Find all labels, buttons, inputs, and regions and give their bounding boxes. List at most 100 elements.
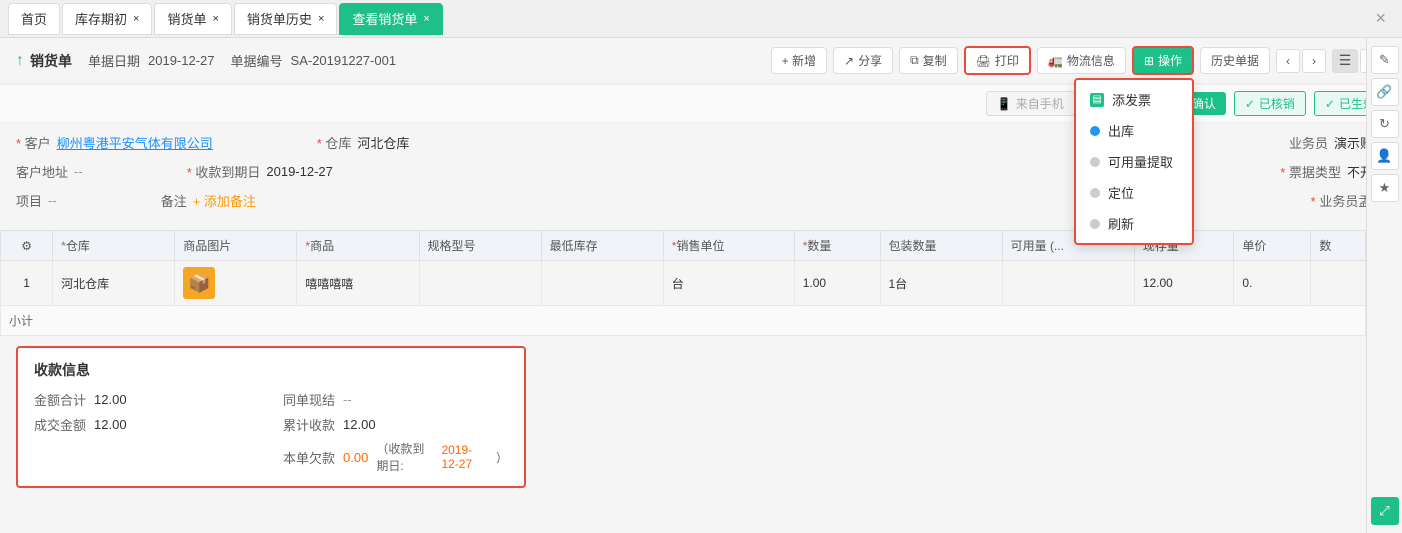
row-warehouse: 河北仓库 [53, 261, 175, 306]
tab-view-sales-order[interactable]: 查看销货单 × [339, 3, 442, 35]
refresh-panel-button[interactable]: ↻ [1371, 110, 1399, 138]
tab-sales-order[interactable]: 销货单 × [154, 3, 231, 35]
current-owed-note: （收款到期日: [376, 440, 433, 474]
row-pkg-qty: 1台 [880, 261, 1002, 306]
next-record-button[interactable]: › [1302, 49, 1326, 73]
document-title: ↑ 销货单 [16, 51, 72, 71]
edit-panel-button[interactable]: ✎ [1371, 46, 1399, 74]
close-window-button[interactable]: × [1367, 8, 1394, 29]
warehouse-label: 仓库 [317, 133, 352, 152]
refresh-menu-item[interactable]: 刷新 [1076, 208, 1192, 239]
refresh-icon [1090, 219, 1100, 229]
copy-button[interactable]: ⧉ 复制 [899, 47, 958, 74]
refresh-circle-icon: ↻ [1379, 116, 1390, 132]
tab-inventory-init[interactable]: 库存期初 × [62, 3, 152, 35]
add-remark-button[interactable]: + 添加备注 [193, 191, 256, 210]
col-unit-price: 单价 [1234, 231, 1311, 261]
customer-value[interactable]: 柳州粤港平安气体有限公司 [57, 133, 213, 152]
total-amount-value: 12.00 [94, 392, 127, 407]
total-amount-row: 金额合计 12.00 [34, 390, 259, 409]
row-amount [1311, 261, 1366, 306]
add-invoice-menu-item[interactable]: ▤ 添发票 [1076, 84, 1192, 115]
edit-icon: ✎ [1379, 52, 1390, 68]
payment-section: 收款信息 金额合计 12.00 同单现结 -- 成交金额 12.00 累计收款 … [16, 346, 526, 488]
row-current-stock: 12.00 [1134, 261, 1234, 306]
document-header: ↑ 销货单 单据日期 2019-12-27 单据编号 SA-20191227-0… [0, 38, 1402, 84]
transaction-amount-value: 12.00 [94, 417, 127, 432]
stock-out-menu-item[interactable]: 出库 [1076, 115, 1192, 146]
user-panel-button[interactable]: 👤 [1371, 142, 1399, 170]
subtotal-label: 小计 [1, 306, 1366, 336]
add-button[interactable]: + 新增 [771, 47, 827, 74]
project-label: 项目 [16, 191, 42, 210]
table-row: 1 河北仓库 📦 嘻嘻嘻嘻 台 1.00 1台 12.00 0. [1, 261, 1366, 306]
address-value: -- [74, 164, 83, 179]
logistics-button[interactable]: 🚛 物流信息 [1037, 47, 1126, 74]
close-history-tab[interactable]: × [318, 13, 324, 25]
tab-sales-order-history[interactable]: 销货单历史 × [234, 3, 337, 35]
nav-arrows: ‹ › [1276, 49, 1326, 73]
share-button[interactable]: ↗ 分享 [833, 47, 893, 74]
payment-due-label: 收款到期日 [187, 162, 261, 181]
operation-dropdown-wrapper: ⊞ 操作 ▤ 添发票 出库 可用量提取 [1132, 46, 1194, 75]
row-product: 嘻嘻嘻嘻 [297, 261, 419, 306]
product-table: ⚙ *仓库 商品图片 *商品 规格型号 最低库存 *销售单位 *数量 包装数量 … [0, 230, 1366, 336]
close-paren: ） [496, 449, 508, 466]
row-spec [419, 261, 541, 306]
available-qty-menu-item[interactable]: 可用量提取 [1076, 146, 1192, 177]
right-panel: ✎ 🔗 ↻ 👤 ★ ⤢ [1366, 38, 1402, 533]
payment-due-value: 2019-12-27 [266, 164, 333, 179]
same-order-settlement-label: 同单现结 [283, 390, 335, 409]
share-icon: ↗ [844, 54, 854, 68]
from-phone-button[interactable]: 📱 来自手机 [986, 91, 1075, 116]
current-owed-label: 本单欠款 [283, 448, 335, 467]
list-view-button[interactable]: ☰ [1332, 49, 1358, 73]
print-icon: 🖨 [976, 54, 991, 68]
history-button[interactable]: 历史单据 [1200, 47, 1270, 74]
row-sales-unit: 台 [663, 261, 794, 306]
print-button[interactable]: 🖨 打印 [964, 46, 1031, 75]
locate-icon [1090, 188, 1100, 198]
operation-menu: ▤ 添发票 出库 可用量提取 定位 刷新 [1074, 78, 1194, 245]
row-product-img: 📦 [175, 261, 297, 306]
operation-button[interactable]: ⊞ 操作 [1132, 46, 1194, 75]
product-table-wrapper: ⚙ *仓库 商品图片 *商品 规格型号 最低库存 *销售单位 *数量 包装数量 … [0, 230, 1366, 336]
cumulative-receipt-value: 12.00 [343, 417, 376, 432]
current-owed-detail-row: 本单欠款 0.00 （收款到期日: 2019-12-27 ） [283, 440, 508, 474]
row-num: 1 [1, 261, 53, 306]
customer-field: 客户 柳州粤港平安气体有限公司 [16, 133, 213, 152]
sales-order-icon: ↑ [16, 52, 24, 70]
warehouse-field: 仓库 河北仓库 [317, 133, 410, 152]
stock-out-icon [1090, 126, 1100, 136]
current-owed-value: 0.00 [343, 450, 368, 465]
close-inventory-init-tab[interactable]: × [133, 13, 139, 25]
col-warehouse: *仓库 [53, 231, 175, 261]
total-amount-label: 金额合计 [34, 390, 86, 409]
copy-icon: ⧉ [910, 53, 919, 68]
check-circle-icon: ✓ [1245, 97, 1255, 111]
doc-meta: 单据日期 2019-12-27 单据编号 SA-20191227-001 [88, 51, 396, 70]
doc-type-label: 销货单 [30, 51, 72, 71]
tab-bar: 首页 库存期初 × 销货单 × 销货单历史 × 查看销货单 × × [0, 0, 1402, 38]
tab-home[interactable]: 首页 [8, 3, 60, 35]
expand-panel-button[interactable]: ⤢ [1371, 497, 1399, 525]
close-view-sales-tab[interactable]: × [423, 13, 429, 25]
available-qty-icon [1090, 157, 1100, 167]
close-sales-order-tab[interactable]: × [212, 13, 218, 25]
remark-label: 备注 [161, 191, 187, 210]
col-qty: *数量 [794, 231, 880, 261]
star-panel-button[interactable]: ★ [1371, 174, 1399, 202]
link-panel-button[interactable]: 🔗 [1371, 78, 1399, 106]
row-unit-price: 0. [1234, 261, 1311, 306]
row-available [1002, 261, 1134, 306]
check-circle2-icon: ✓ [1325, 97, 1335, 111]
payment-grid: 金额合计 12.00 同单现结 -- 成交金额 12.00 累计收款 12.00… [34, 390, 508, 474]
project-field: 项目 -- [16, 191, 57, 210]
link-icon: 🔗 [1376, 84, 1392, 100]
sales-staff2-label: 业务员盂 [1311, 191, 1372, 210]
prev-record-button[interactable]: ‹ [1276, 49, 1300, 73]
locate-menu-item[interactable]: 定位 [1076, 177, 1192, 208]
address-label: 客户地址 [16, 162, 68, 181]
truck-icon: 🚛 [1048, 54, 1063, 68]
subtotal-row: 小计 [1, 306, 1366, 336]
